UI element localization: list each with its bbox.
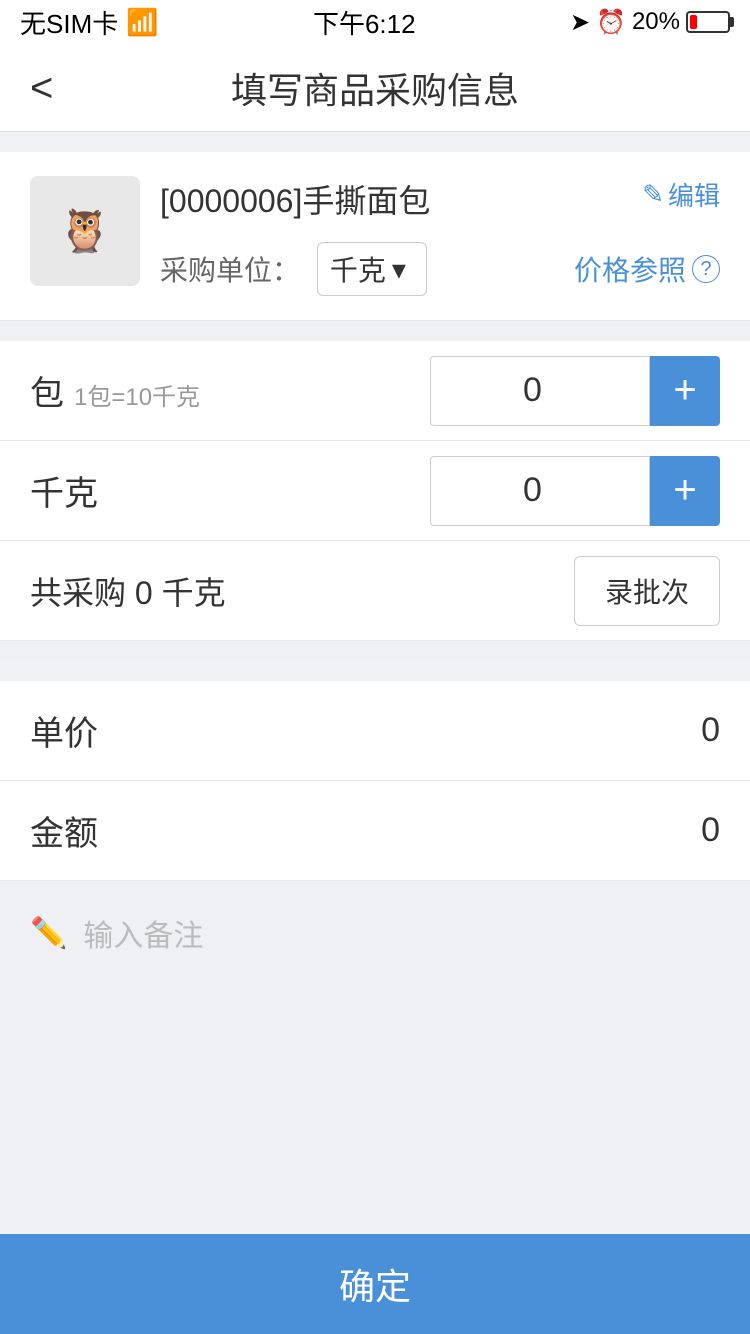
unit-selector-group: 采购单位： 千克 ▾: [160, 242, 427, 296]
unit-price-row: 单价 0: [0, 681, 750, 781]
pack-input[interactable]: [430, 356, 650, 426]
price-ref-label: 价格参照: [574, 249, 686, 289]
unit-label: 采购单位：: [160, 255, 300, 286]
kg-input[interactable]: [430, 456, 650, 526]
info-icon: ?: [692, 255, 720, 283]
summary-text: 共采购 0 千克: [30, 568, 226, 614]
battery-fill: [690, 15, 697, 29]
status-bar: 无SIM卡 📶 下午6:12 ➤ ⏰ 20%: [0, 0, 750, 44]
carrier-text: 无SIM卡: [20, 4, 118, 41]
status-left: 无SIM卡 📶: [20, 4, 159, 41]
edit-button[interactable]: ✎ 编辑: [642, 176, 720, 213]
amount-label: 金额: [30, 806, 98, 855]
unit-value: 千克: [330, 249, 386, 289]
unit-price-label: 单价: [30, 706, 98, 755]
divider-1: [0, 321, 750, 341]
location-icon: ➤: [570, 8, 590, 37]
kg-plus-button[interactable]: +: [650, 456, 720, 526]
pencil-icon: ✏️: [30, 916, 67, 951]
status-time: 下午6:12: [313, 4, 416, 41]
summary-prefix: 共采购: [30, 575, 126, 611]
kg-input-row: 千克 +: [0, 441, 750, 541]
divider-2: [0, 641, 750, 661]
page-title: 填写商品采购信息: [231, 62, 519, 114]
note-placeholder: 输入备注: [83, 911, 203, 955]
product-logo: 🦉: [59, 207, 111, 256]
product-image: 🦉: [30, 176, 140, 286]
product-card: 🦉 [0000006]手撕面包 ✎ 编辑 采购单位： 千克 ▾ 价格参照 ?: [0, 152, 750, 321]
unit-price-value: 0: [701, 711, 720, 750]
edit-label: 编辑: [668, 176, 720, 213]
battery-percent: 20%: [632, 8, 680, 36]
summary-row: 共采购 0 千克 录批次: [0, 541, 750, 641]
amount-row: 金额 0: [0, 781, 750, 881]
confirm-label: 确定: [339, 1258, 411, 1310]
summary-qty-value: 0: [135, 575, 153, 611]
note-section[interactable]: ✏️ 输入备注: [0, 881, 750, 985]
pack-label-group: 包 1包=10千克: [30, 366, 430, 415]
price-ref-button[interactable]: 价格参照 ?: [574, 249, 720, 289]
kg-label: 千克: [30, 466, 98, 515]
pack-plus-button[interactable]: +: [650, 356, 720, 426]
info-section: 单价 0 金额 0: [0, 681, 750, 881]
kg-controls: +: [430, 456, 720, 526]
summary-unit-value: 千克: [162, 575, 226, 611]
wifi-icon: 📶: [126, 7, 158, 38]
status-right: ➤ ⏰ 20%: [570, 8, 730, 37]
product-unit-row: 采购单位： 千克 ▾ 价格参照 ?: [160, 242, 720, 296]
back-button[interactable]: <: [30, 68, 53, 108]
chevron-down-icon: ▾: [392, 253, 406, 286]
pack-sublabel: 1包=10千克: [74, 377, 200, 412]
product-info: [0000006]手撕面包 ✎ 编辑 采购单位： 千克 ▾ 价格参照 ?: [160, 176, 720, 296]
kg-label-group: 千克: [30, 466, 430, 515]
confirm-button[interactable]: 确定: [0, 1234, 750, 1334]
batch-button[interactable]: 录批次: [574, 556, 720, 626]
pack-controls: +: [430, 356, 720, 426]
pack-label: 包: [30, 366, 64, 415]
battery-icon: [686, 11, 730, 33]
amount-value: 0: [701, 811, 720, 850]
unit-select[interactable]: 千克 ▾: [317, 242, 427, 296]
nav-bar: < 填写商品采购信息: [0, 44, 750, 132]
edit-icon: ✎: [642, 179, 664, 210]
alarm-icon: ⏰: [596, 8, 626, 37]
input-section: 包 1包=10千克 + 千克 + 共采购 0 千克 录批次: [0, 341, 750, 641]
product-name: [0000006]手撕面包: [160, 176, 430, 222]
product-header: [0000006]手撕面包 ✎ 编辑: [160, 176, 720, 222]
pack-input-row: 包 1包=10千克 +: [0, 341, 750, 441]
